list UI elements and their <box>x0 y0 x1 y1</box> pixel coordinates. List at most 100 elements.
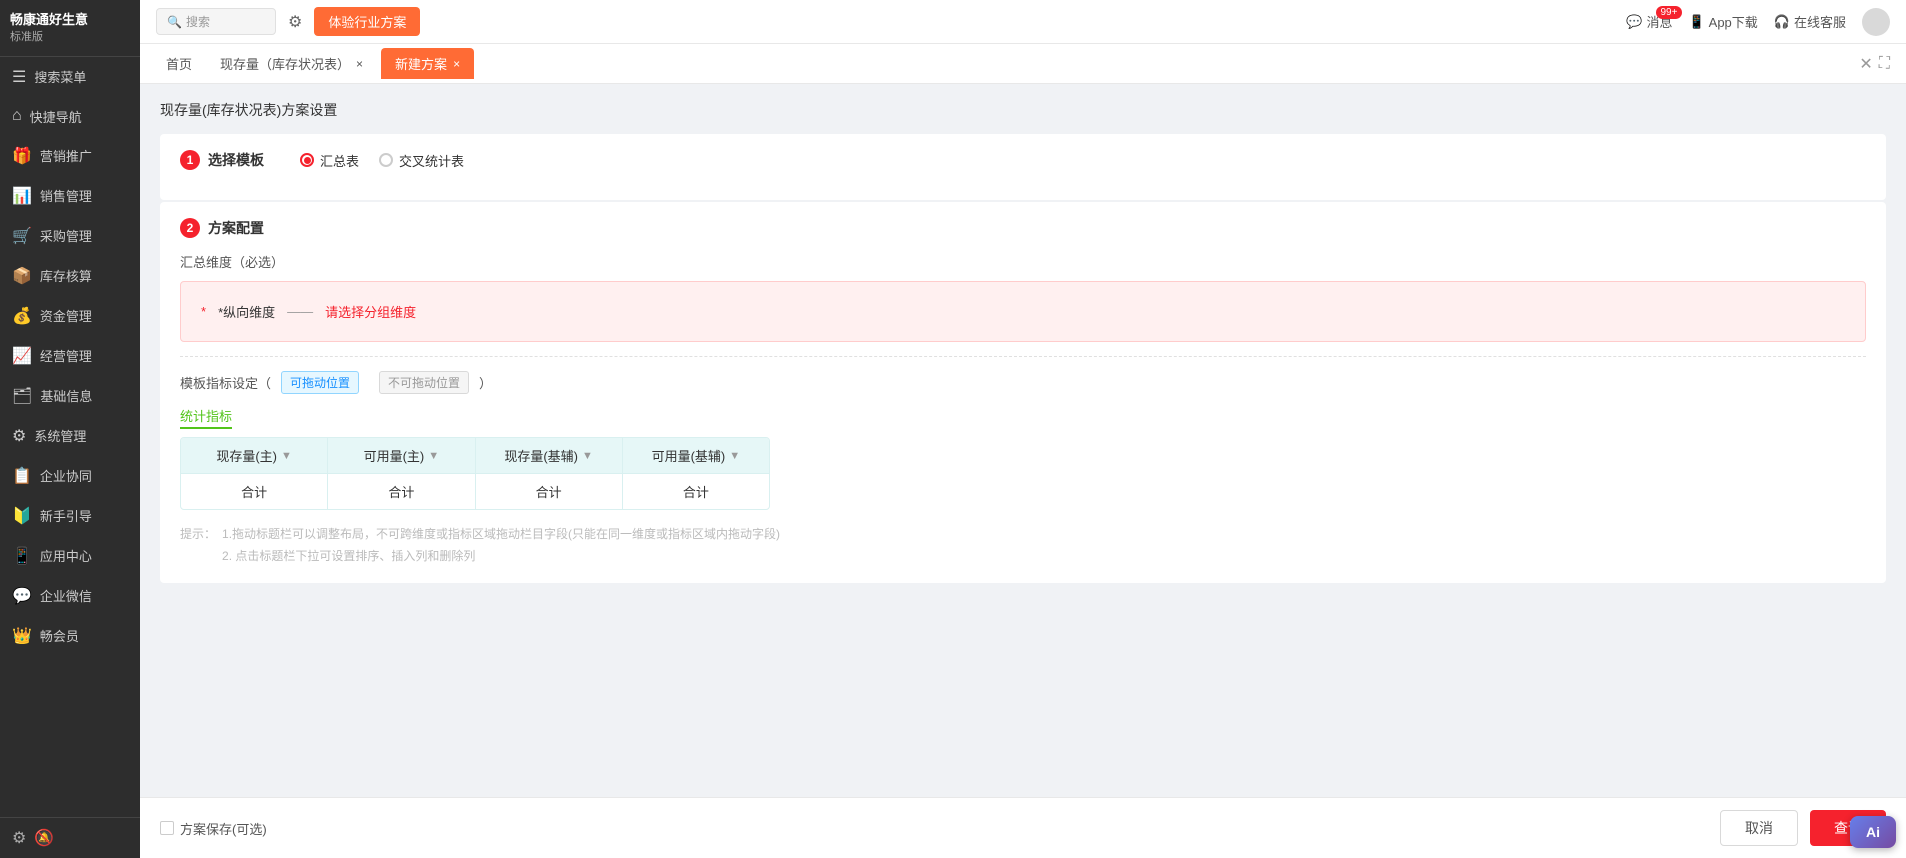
topbar-right: 💬 消息 99+ 📱 App下载 🎧 在线客服 <box>1626 8 1890 36</box>
tip-item-1: 提示： 1.拖动标题栏可以调整布局，不可跨维度或指标区域拖动栏目字段(只能在同一… <box>180 524 1866 546</box>
search-icon: 🔍 <box>167 15 182 29</box>
sidebar-item-basic[interactable]: 🗂 基础信息 <box>0 376 140 416</box>
sidebar-item-marketing[interactable]: 🎁营销推广 <box>0 136 140 176</box>
tabbar: 首页 现存量（库存状况表） × 新建方案 × ✕ ⛶ <box>140 44 1906 84</box>
sidebar-item-guide[interactable]: 🔰新手引导 <box>0 496 140 536</box>
indicator-settings-suffix: ） <box>479 373 492 392</box>
sidebar-item-member[interactable]: 👑畅会员 <box>0 616 140 656</box>
app-name: 畅康通好生意 <box>10 12 130 28</box>
sidebar-label-purchase: 采购管理 <box>40 226 92 245</box>
app-download-link[interactable]: 📱 App下载 <box>1688 12 1757 31</box>
ai-button[interactable]: Ai <box>1850 816 1896 848</box>
sidebar-icon-inventory: 📦 <box>12 266 32 286</box>
save-option-label: 方案保存(可选) <box>180 819 267 838</box>
step2-header: 2 方案配置 <box>180 218 1866 238</box>
page-title: 现存量(库存状况表)方案设置 <box>160 100 1886 120</box>
sidebar-icon-search-menu: ☰ <box>12 67 26 87</box>
online-service-label: 在线客服 <box>1794 12 1846 31</box>
sidebar-icon-contract: 📋 <box>12 466 32 486</box>
col-chevron-0: ▼ <box>281 450 292 462</box>
tips-prefix: 提示： <box>180 524 216 546</box>
radio-cross <box>379 153 393 167</box>
sidebar-item-operation[interactable]: 📈经营管理 <box>0 336 140 376</box>
sidebar-item-sales[interactable]: 📊销售管理 <box>0 176 140 216</box>
tab-inventory-status[interactable]: 现存量（库存状况表） × <box>206 48 377 79</box>
sidebar-logo: 畅康通好生意 标准版 <box>0 0 140 57</box>
cancel-button[interactable]: 取消 <box>1720 810 1798 846</box>
tip-text-2: 2. 点击标题栏下拉可设置排序、插入列和删除列 <box>222 546 475 568</box>
step2-number: 2 <box>180 218 200 238</box>
indicator-settings-label: 模板指标设定（ <box>180 373 271 392</box>
sidebar-label-inventory: 库存核算 <box>40 266 92 285</box>
stats-col-1[interactable]: 可用量(主)▼ <box>328 438 475 473</box>
search-box[interactable]: 🔍 搜索 <box>156 8 276 35</box>
stats-col-0[interactable]: 现存量(主) ▼ <box>181 438 328 473</box>
sidebar-item-system[interactable]: ⚙系统管理 <box>0 416 140 456</box>
draggable-tag: 可拖动位置 <box>281 371 359 394</box>
col-label-1: 可用量(主) <box>364 446 425 465</box>
sidebar-item-search-menu[interactable]: ☰ 搜索菜单 <box>0 57 140 97</box>
vertical-dim-placeholder: 请选择分组维度 <box>325 302 416 321</box>
tab-home[interactable]: 首页 <box>156 48 202 79</box>
inventory-tab-label: 现存量（库存状况表） <box>220 54 350 73</box>
option-summary[interactable]: 汇总表 <box>300 151 359 170</box>
message-icon: 💬 <box>1626 14 1642 30</box>
tab-new-plan[interactable]: 新建方案 × <box>381 48 474 79</box>
sidebar-item-appcenter[interactable]: 📱应用中心 <box>0 536 140 576</box>
option-summary-label: 汇总表 <box>320 151 359 170</box>
inventory-tab-close[interactable]: × <box>356 57 363 71</box>
template-options: 汇总表 交叉统计表 <box>300 151 464 170</box>
sidebar-label-finance: 资金管理 <box>40 306 92 325</box>
sidebar-label-guide: 新手引导 <box>40 506 92 525</box>
sidebar-icon-appcenter: 📱 <box>12 546 32 566</box>
sidebar-label-search-menu: 搜索菜单 <box>34 67 86 86</box>
new-plan-tab-label: 新建方案 <box>395 54 447 73</box>
save-option[interactable]: 方案保存(可选) <box>160 819 267 838</box>
sidebar-icon-finance: 💰 <box>12 306 32 326</box>
sidebar-icon-basic: 🗂 <box>12 386 32 406</box>
sidebar-label-member: 畅会员 <box>40 626 79 645</box>
sidebar-icon-purchase: 🛒 <box>12 226 32 246</box>
col-label-2: 现存量(基辅) <box>504 446 578 465</box>
mute-icon[interactable]: 🔕 <box>34 828 54 848</box>
required-mark: * <box>201 304 206 319</box>
sidebar-item-purchase[interactable]: 🛒 采购管理 <box>0 216 140 256</box>
sidebar-item-inventory[interactable]: 📦 库存核算 <box>0 256 140 296</box>
stats-table-row-0: 合计合计合计合计 <box>181 473 769 509</box>
sidebar-item-quick-nav[interactable]: ⌂快捷导航 <box>0 97 140 136</box>
sidebar-label-weixin: 企业微信 <box>40 586 92 605</box>
close-panel-icon[interactable]: ✕ <box>1859 54 1872 74</box>
online-service-link[interactable]: 🎧 在线客服 <box>1774 12 1846 31</box>
home-tab-label: 首页 <box>166 54 192 73</box>
settings-icon[interactable]: ⚙ <box>12 828 26 848</box>
user-avatar[interactable] <box>1862 8 1890 36</box>
stats-col-2[interactable]: 现存量(基辅)▼ <box>476 438 623 473</box>
main-area: 🔍 搜索 ⚙ 体验行业方案 💬 消息 99+ 📱 App下载 🎧 在线客服 首页 <box>140 0 1906 858</box>
panel-controls: ✕ ⛶ <box>1859 54 1890 74</box>
trial-button[interactable]: 体验行业方案 <box>314 7 420 36</box>
stats-cell-0-3: 合计 <box>623 474 769 509</box>
new-plan-tab-close[interactable]: × <box>453 57 460 71</box>
sidebar-item-weixin[interactable]: 💬企业微信 <box>0 576 140 616</box>
step1-card: 1 选择模板 汇总表 交叉统计表 <box>160 134 1886 200</box>
sidebar-item-finance[interactable]: 💰 资金管理 <box>0 296 140 336</box>
sidebar-label-basic: 基础信息 <box>40 386 92 405</box>
option-cross[interactable]: 交叉统计表 <box>379 151 464 170</box>
service-icon: 🎧 <box>1774 14 1790 30</box>
col-chevron-3: ▼ <box>729 450 740 462</box>
dimension-select-area[interactable]: * *纵向维度 —— 请选择分组维度 <box>180 281 1866 342</box>
summary-dimension-label: 汇总维度（必选） <box>180 252 1866 271</box>
stats-col-3[interactable]: 可用量(基辅)▼ <box>623 438 769 473</box>
expand-panel-icon[interactable]: ⛶ <box>1879 55 1890 73</box>
sidebar-item-contract[interactable]: 📋企业协同 <box>0 456 140 496</box>
messages-button[interactable]: 💬 消息 99+ <box>1626 12 1672 31</box>
sidebar-label-marketing: 营销推广 <box>40 146 92 165</box>
sidebar-label-sales: 销售管理 <box>40 186 92 205</box>
col-label-0: 现存量(主) <box>216 446 277 465</box>
content-area: 现存量(库存状况表)方案设置 1 选择模板 汇总表 交叉统计表 <box>140 84 1906 797</box>
step1-header: 1 选择模板 汇总表 交叉统计表 <box>180 150 1866 170</box>
sidebar-label-operation: 经营管理 <box>40 346 92 365</box>
save-checkbox[interactable] <box>160 821 174 835</box>
topbar-gear-icon[interactable]: ⚙ <box>288 12 302 32</box>
bottom-bar: 方案保存(可选) 取消 查询 <box>140 797 1906 858</box>
